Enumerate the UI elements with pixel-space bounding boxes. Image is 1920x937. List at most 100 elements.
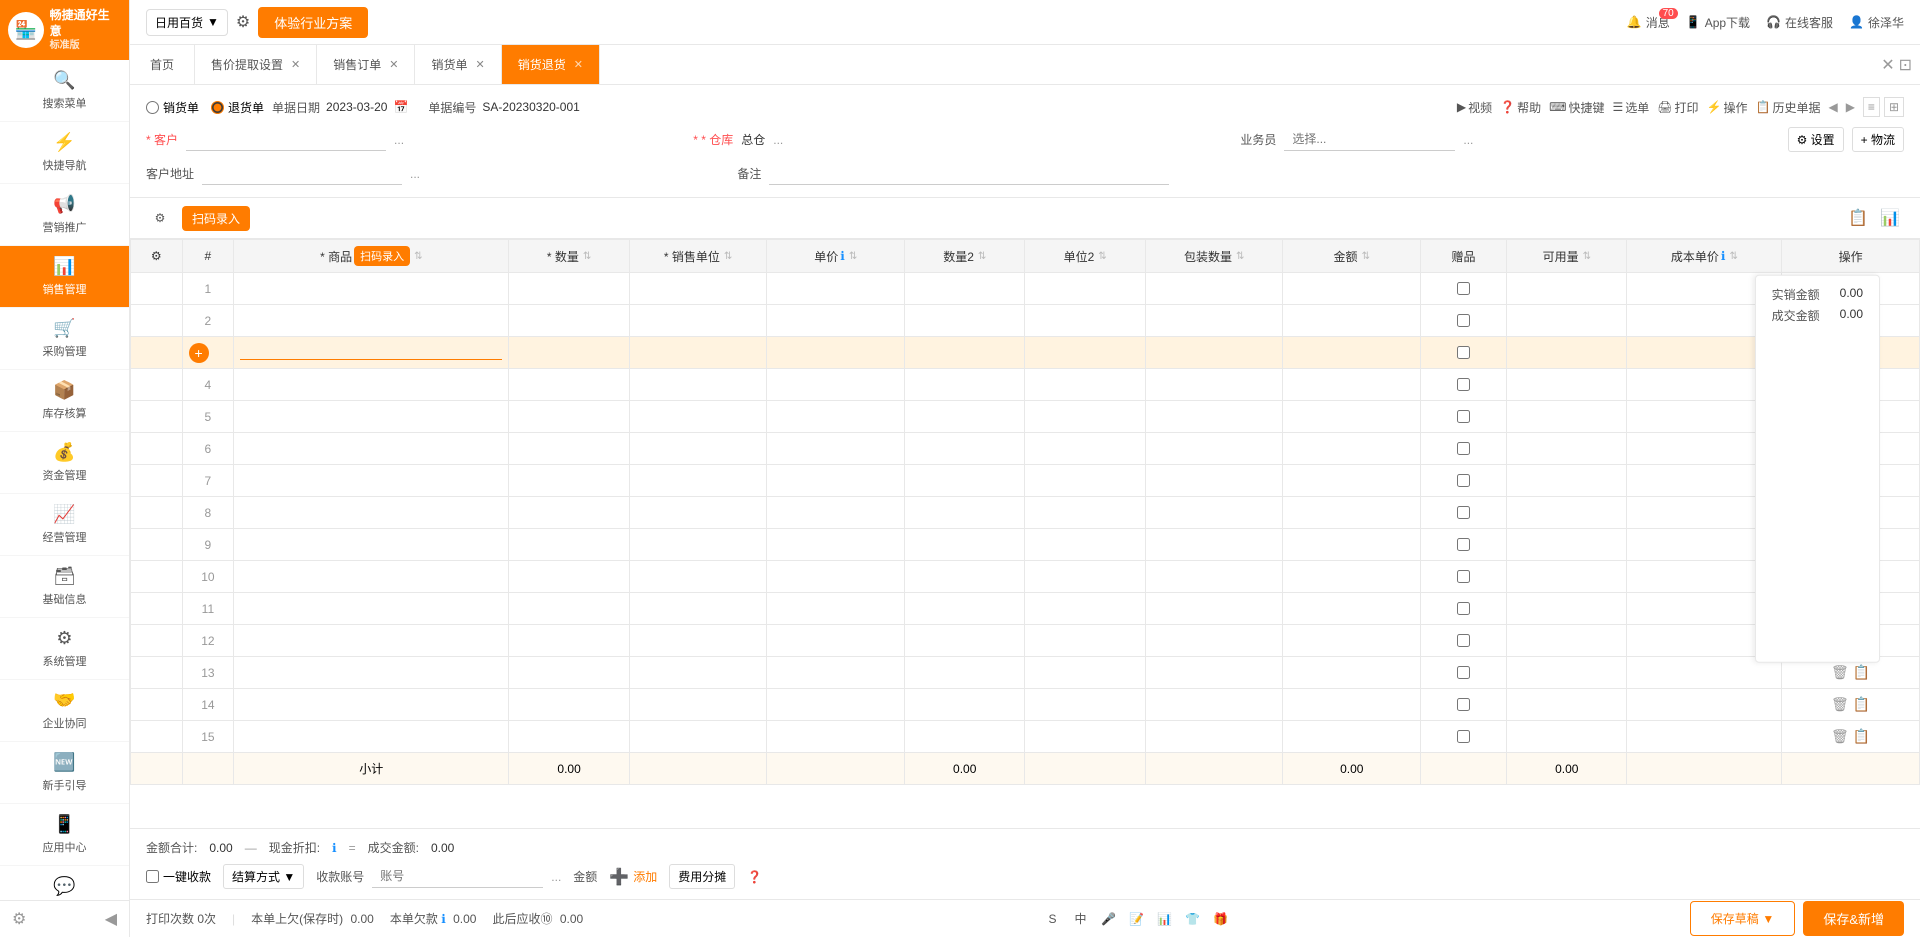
th-scan-btn[interactable]: 扫码录入 — [354, 246, 410, 266]
row-product-11[interactable] — [234, 593, 509, 625]
row-available-2[interactable] — [1507, 305, 1627, 337]
row-qty2-10[interactable] — [905, 561, 1025, 593]
add-row-btn[interactable]: + — [189, 343, 209, 363]
row-gift-1[interactable] — [1421, 273, 1507, 305]
row-unit2-11[interactable] — [1025, 593, 1145, 625]
sidebar-item-purchase[interactable]: 🛒 采购管理 — [0, 308, 129, 370]
product-input-3[interactable] — [240, 345, 502, 360]
row-gift-10[interactable] — [1421, 561, 1507, 593]
row-price-6[interactable] — [767, 433, 905, 465]
row-amount-12[interactable] — [1283, 625, 1421, 657]
address-ellipsis-btn[interactable]: ... — [410, 167, 420, 181]
row-price-3[interactable] — [767, 337, 905, 369]
gift-checkbox-7[interactable] — [1457, 474, 1470, 487]
row-available-10[interactable] — [1507, 561, 1627, 593]
row-price-4[interactable] — [767, 369, 905, 401]
row-qty-8[interactable] — [509, 497, 629, 529]
gift-checkbox-8[interactable] — [1457, 506, 1470, 519]
row-amount-6[interactable] — [1283, 433, 1421, 465]
row-unit2-7[interactable] — [1025, 465, 1145, 497]
row-unit2-1[interactable] — [1025, 273, 1145, 305]
account-ellipsis-btn[interactable]: ... — [551, 870, 561, 884]
row-product-9[interactable] — [234, 529, 509, 561]
panel-icon-2[interactable]: 📊 — [1876, 206, 1904, 230]
row-unit-10[interactable] — [629, 561, 767, 593]
tab-sales-order[interactable]: 销售订单 ✕ — [317, 45, 415, 85]
sort-amount-icon[interactable]: ⇅ — [1362, 251, 1370, 262]
sidebar-settings-btn[interactable]: ⚙ — [12, 909, 26, 929]
save-new-btn[interactable]: 保存&新增 — [1803, 901, 1904, 936]
row-qty-15[interactable] — [509, 721, 629, 753]
row-unit-6[interactable] — [629, 433, 767, 465]
row-price-7[interactable] — [767, 465, 905, 497]
cash-discount-info-icon[interactable]: ℹ — [332, 841, 337, 855]
row-gift-14[interactable] — [1421, 689, 1507, 721]
row-pack-1[interactable] — [1145, 273, 1283, 305]
row-unit-1[interactable] — [629, 273, 767, 305]
sidebar-item-marketing[interactable]: 📢 营销推广 — [0, 184, 129, 246]
row-gift-7[interactable] — [1421, 465, 1507, 497]
footer-tool-3[interactable]: 🎤 — [1096, 907, 1120, 931]
sidebar-item-wechat[interactable]: 💬 企业微信 — [0, 866, 129, 900]
row-product-10[interactable] — [234, 561, 509, 593]
row-available-5[interactable] — [1507, 401, 1627, 433]
row-qty2-7[interactable] — [905, 465, 1025, 497]
row-gift-11[interactable] — [1421, 593, 1507, 625]
row-qty2-1[interactable] — [905, 273, 1025, 305]
row-unit2-13[interactable] — [1025, 657, 1145, 689]
row-pack-5[interactable] — [1145, 401, 1283, 433]
radio-return[interactable]: 退货单 — [211, 99, 264, 116]
sort-avail-icon[interactable]: ⇅ — [1583, 251, 1591, 262]
row-pack-4[interactable] — [1145, 369, 1283, 401]
th-setting[interactable]: ⚙ — [131, 240, 183, 273]
sidebar-item-search[interactable]: 🔍 搜索菜单 — [0, 60, 129, 122]
row-delete-14[interactable]: 🗑 — [1831, 696, 1849, 713]
customer-ellipsis-btn[interactable]: ... — [394, 133, 404, 147]
row-qty2-4[interactable] — [905, 369, 1025, 401]
history-link[interactable]: 📋 历史单据 — [1755, 99, 1820, 116]
row-available-8[interactable] — [1507, 497, 1627, 529]
row-available-13[interactable] — [1507, 657, 1627, 689]
row-price-2[interactable] — [767, 305, 905, 337]
row-product-1[interactable] — [234, 273, 509, 305]
logistics-btn[interactable]: + 物流 — [1852, 127, 1904, 152]
row-product-5[interactable] — [234, 401, 509, 433]
sidebar-item-finance[interactable]: 💰 资金管理 — [0, 432, 129, 494]
notification-btn[interactable]: 🔔 70 消息 — [1627, 14, 1670, 31]
remark-input[interactable] — [769, 162, 1169, 185]
print-link[interactable]: 🖨 打印 — [1657, 99, 1698, 116]
row-gift-2[interactable] — [1421, 305, 1507, 337]
sort-pack-icon[interactable]: ⇅ — [1236, 251, 1244, 262]
save-draft-btn[interactable]: 保存草稿 ▼ — [1690, 901, 1796, 936]
sort-cost-icon[interactable]: ⇅ — [1729, 251, 1737, 262]
row-qty-7[interactable] — [509, 465, 629, 497]
row-unit-9[interactable] — [629, 529, 767, 561]
row-unit2-12[interactable] — [1025, 625, 1145, 657]
footer-tool-1[interactable]: S — [1040, 907, 1064, 931]
row-price-12[interactable] — [767, 625, 905, 657]
row-amount-8[interactable] — [1283, 497, 1421, 529]
row-unit-15[interactable] — [629, 721, 767, 753]
row-unit-7[interactable] — [629, 465, 767, 497]
row-qty-5[interactable] — [509, 401, 629, 433]
tab-close-sales-return[interactable]: ✕ — [574, 58, 583, 71]
sort-unit2-icon[interactable]: ⇅ — [1098, 251, 1106, 262]
calendar-icon[interactable]: 📅 — [393, 100, 408, 114]
gift-checkbox-3[interactable] — [1457, 346, 1470, 359]
row-available-3[interactable] — [1507, 337, 1627, 369]
row-amount-14[interactable] — [1283, 689, 1421, 721]
row-pack-15[interactable] — [1145, 721, 1283, 753]
row-available-4[interactable] — [1507, 369, 1627, 401]
fee-split-info-icon[interactable]: ❓ — [747, 870, 762, 884]
row-delete-15[interactable]: 🗑 — [1831, 728, 1849, 745]
row-pack-3[interactable] — [1145, 337, 1283, 369]
row-available-7[interactable] — [1507, 465, 1627, 497]
row-qty2-14[interactable] — [905, 689, 1025, 721]
row-qty-3[interactable] — [509, 337, 629, 369]
sidebar-collapse-btn[interactable]: ◀ — [105, 909, 117, 929]
gift-checkbox-6[interactable] — [1457, 442, 1470, 455]
price-info-icon[interactable]: ℹ — [840, 249, 845, 263]
row-qty-12[interactable] — [509, 625, 629, 657]
footer-tool-6[interactable]: 👕 — [1180, 907, 1204, 931]
row-amount-13[interactable] — [1283, 657, 1421, 689]
